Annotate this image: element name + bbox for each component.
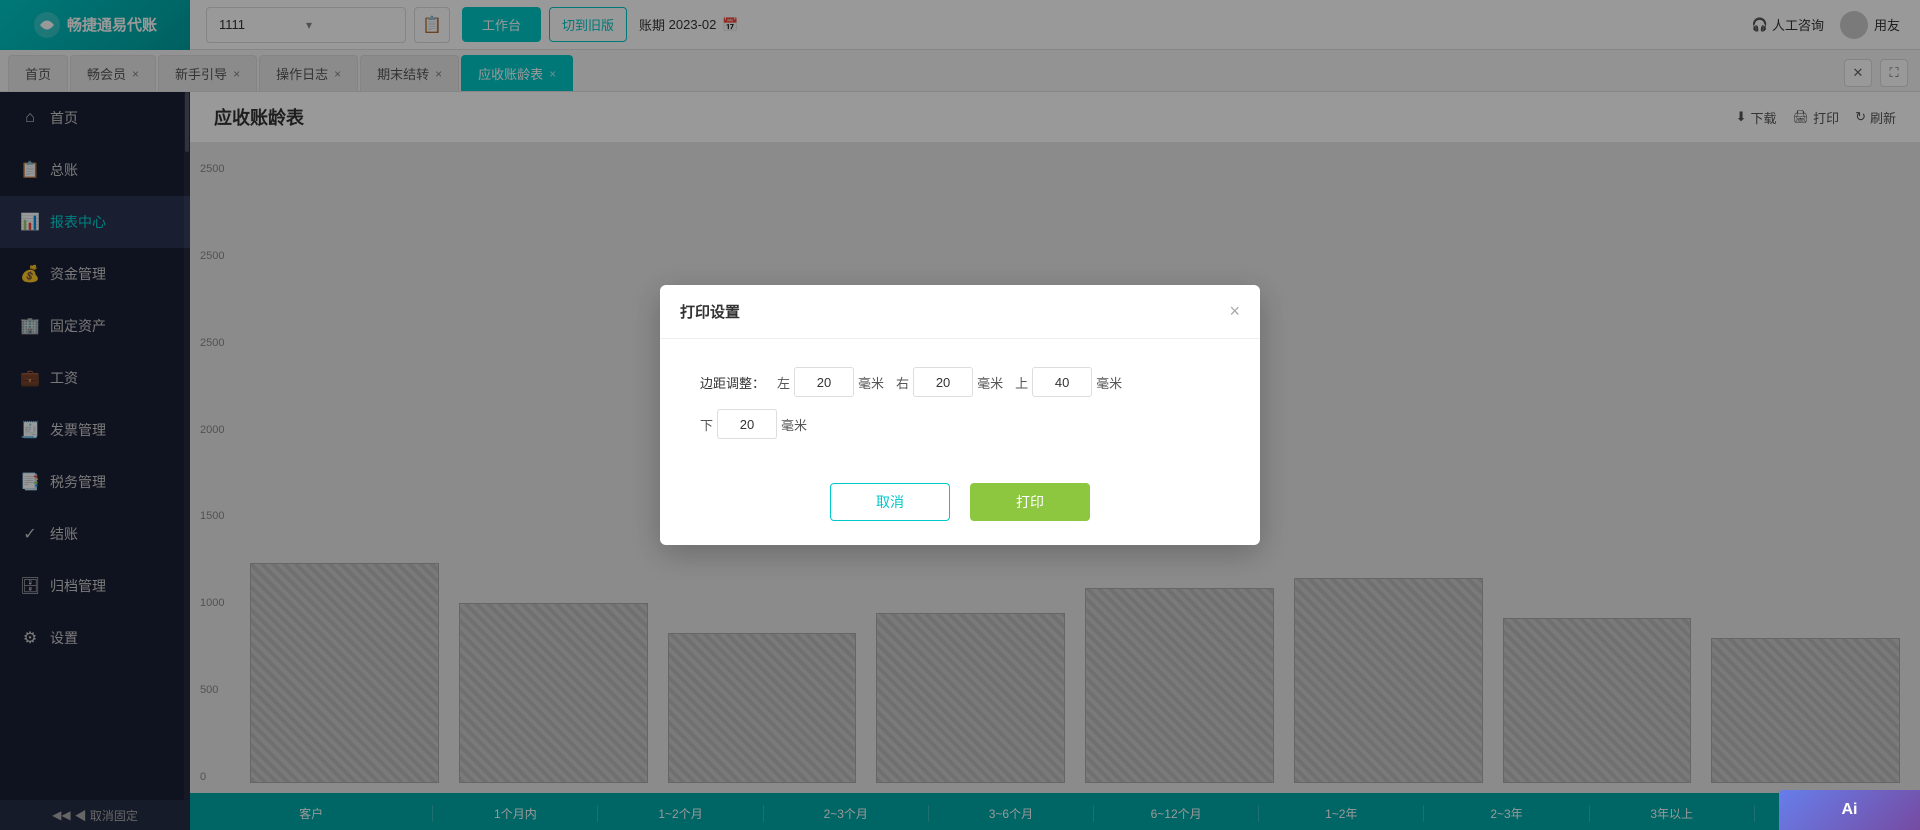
print-confirm-button[interactable]: 打印	[970, 483, 1090, 521]
margin-right-group: 右 毫米	[896, 367, 1003, 397]
left-direction-label: 左	[777, 373, 790, 392]
margin-row: 边距调整： 左 毫米 右 毫米 上 毫米 下	[700, 367, 1220, 439]
ai-badge-label: Ai	[1842, 801, 1858, 819]
top-unit-label: 毫米	[1096, 373, 1122, 392]
right-unit-label: 毫米	[977, 373, 1003, 392]
margin-top-input[interactable]	[1032, 367, 1092, 397]
margin-top-group: 上 毫米	[1015, 367, 1122, 397]
modal-footer: 取消 打印	[660, 467, 1260, 545]
top-direction-label: 上	[1015, 373, 1028, 392]
modal-title: 打印设置	[680, 301, 740, 322]
ai-badge[interactable]: Ai	[1779, 790, 1920, 830]
left-unit-label: 毫米	[858, 373, 884, 392]
cancel-button[interactable]: 取消	[830, 483, 950, 521]
modal-body: 边距调整： 左 毫米 右 毫米 上 毫米 下	[660, 339, 1260, 467]
margin-right-input[interactable]	[913, 367, 973, 397]
modal-overlay: 打印设置 × 边距调整： 左 毫米 右 毫米 上 毫米	[0, 0, 1920, 830]
right-direction-label: 右	[896, 373, 909, 392]
bottom-unit-label: 毫米	[781, 415, 807, 434]
print-settings-modal: 打印设置 × 边距调整： 左 毫米 右 毫米 上 毫米	[660, 285, 1260, 545]
margin-bottom-group: 下 毫米	[700, 409, 807, 439]
margin-bottom-input[interactable]	[717, 409, 777, 439]
margin-left-group: 左 毫米	[777, 367, 884, 397]
modal-header: 打印设置 ×	[660, 285, 1260, 339]
bottom-direction-label: 下	[700, 415, 713, 434]
margin-left-input[interactable]	[794, 367, 854, 397]
margin-adjust-label: 边距调整：	[700, 373, 765, 392]
modal-close-button[interactable]: ×	[1229, 301, 1240, 322]
